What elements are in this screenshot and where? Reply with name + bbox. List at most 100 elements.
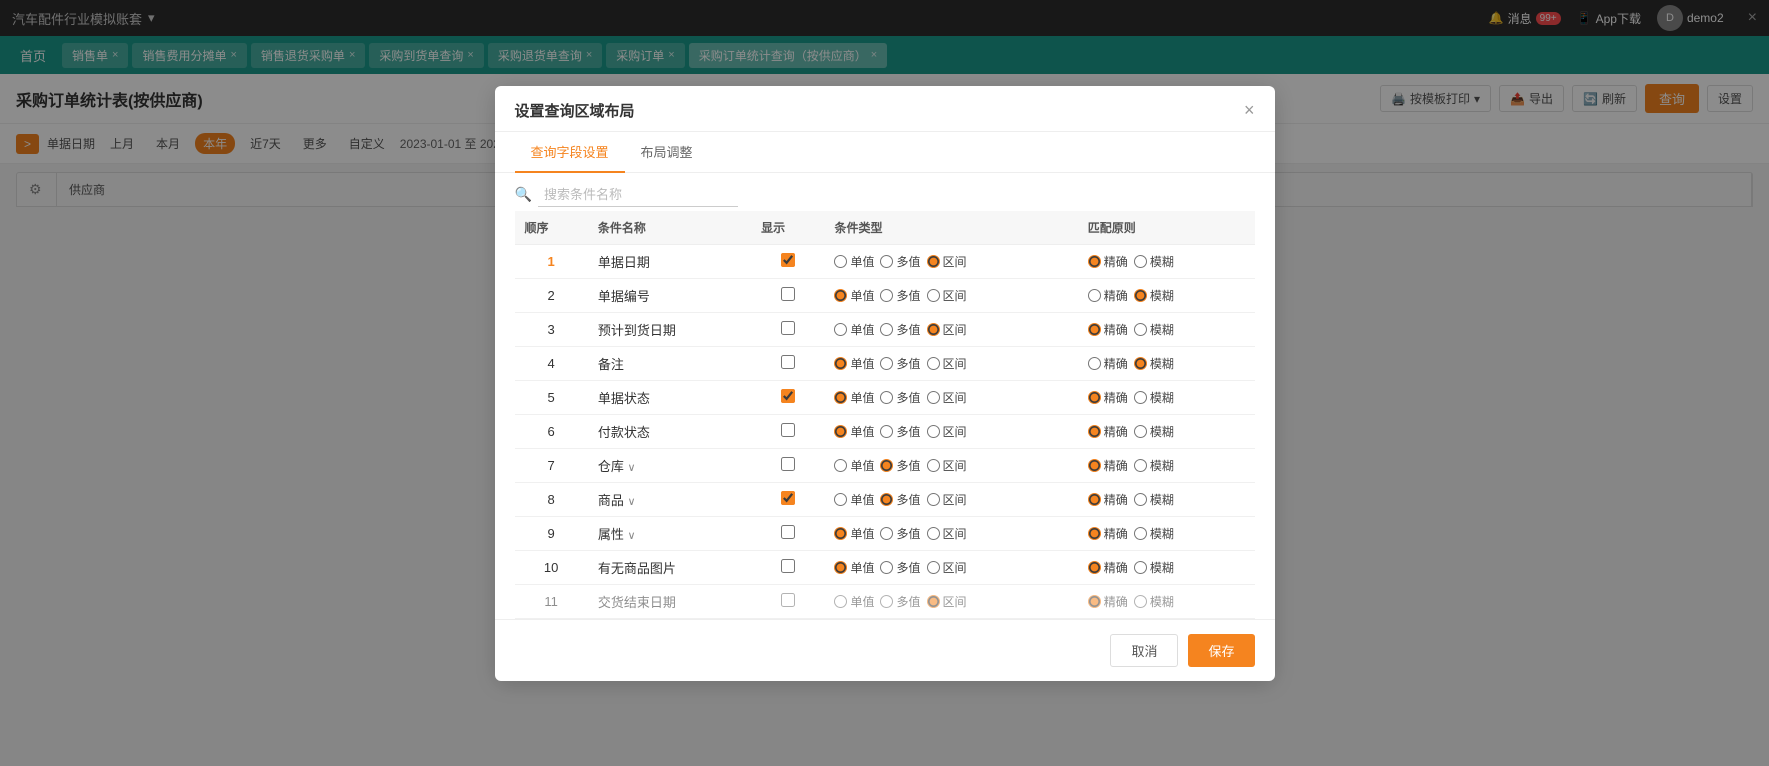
show-checkbox[interactable] (781, 287, 795, 301)
type-option-多值[interactable]: 多值 (880, 491, 920, 508)
modal-close-btn[interactable]: × (1244, 100, 1255, 121)
type-option-区间[interactable]: 区间 (927, 593, 967, 610)
type-radio-单值[interactable] (834, 493, 847, 506)
search-input[interactable] (538, 183, 738, 207)
type-option-区间[interactable]: 区间 (927, 253, 967, 270)
show-checkbox[interactable] (781, 253, 795, 267)
match-option-精确[interactable]: 精确 (1088, 457, 1128, 474)
show-checkbox[interactable] (781, 491, 795, 505)
show-checkbox[interactable] (781, 525, 795, 539)
type-option-区间[interactable]: 区间 (927, 287, 967, 304)
type-option-多值[interactable]: 多值 (880, 423, 920, 440)
type-option-多值[interactable]: 多值 (880, 355, 920, 372)
match-option-精确[interactable]: 精确 (1088, 491, 1128, 508)
type-radio-多值[interactable] (880, 595, 893, 608)
type-radio-单值[interactable] (834, 357, 847, 370)
match-option-精确[interactable]: 精确 (1088, 593, 1128, 610)
match-radio-精确[interactable] (1088, 255, 1101, 268)
match-radio-精确[interactable] (1088, 391, 1101, 404)
match-radio-模糊[interactable] (1134, 527, 1147, 540)
show-checkbox[interactable] (781, 457, 795, 471)
match-option-精确[interactable]: 精确 (1088, 559, 1128, 576)
type-option-单值[interactable]: 单值 (834, 457, 874, 474)
type-option-单值[interactable]: 单值 (834, 389, 874, 406)
type-option-多值[interactable]: 多值 (880, 457, 920, 474)
match-radio-模糊[interactable] (1134, 391, 1147, 404)
type-option-单值[interactable]: 单值 (834, 355, 874, 372)
type-radio-单值[interactable] (834, 459, 847, 472)
type-option-区间[interactable]: 区间 (927, 491, 967, 508)
tab-query-fields[interactable]: 查询字段设置 (515, 132, 625, 173)
type-option-多值[interactable]: 多值 (880, 559, 920, 576)
type-radio-区间[interactable] (927, 561, 940, 574)
type-option-区间[interactable]: 区间 (927, 457, 967, 474)
type-option-多值[interactable]: 多值 (880, 321, 920, 338)
type-option-多值[interactable]: 多值 (880, 389, 920, 406)
type-radio-单值[interactable] (834, 289, 847, 302)
save-btn[interactable]: 保存 (1188, 634, 1254, 667)
match-radio-精确[interactable] (1088, 323, 1101, 336)
type-option-区间[interactable]: 区间 (927, 559, 967, 576)
match-radio-模糊[interactable] (1134, 595, 1147, 608)
match-radio-精确[interactable] (1088, 289, 1101, 302)
type-radio-多值[interactable] (880, 357, 893, 370)
match-radio-精确[interactable] (1088, 357, 1101, 370)
match-radio-模糊[interactable] (1134, 561, 1147, 574)
match-radio-模糊[interactable] (1134, 255, 1147, 268)
type-option-区间[interactable]: 区间 (927, 389, 967, 406)
match-option-模糊[interactable]: 模糊 (1134, 491, 1174, 508)
type-radio-多值[interactable] (880, 493, 893, 506)
match-radio-精确[interactable] (1088, 595, 1101, 608)
type-option-单值[interactable]: 单值 (834, 423, 874, 440)
type-option-单值[interactable]: 单值 (834, 287, 874, 304)
type-radio-单值[interactable] (834, 561, 847, 574)
match-option-精确[interactable]: 精确 (1088, 355, 1128, 372)
type-radio-多值[interactable] (880, 323, 893, 336)
cancel-btn[interactable]: 取消 (1110, 634, 1178, 667)
match-radio-精确[interactable] (1088, 493, 1101, 506)
type-option-单值[interactable]: 单值 (834, 559, 874, 576)
type-radio-区间[interactable] (927, 323, 940, 336)
match-option-模糊[interactable]: 模糊 (1134, 593, 1174, 610)
type-option-单值[interactable]: 单值 (834, 253, 874, 270)
match-option-模糊[interactable]: 模糊 (1134, 559, 1174, 576)
type-option-多值[interactable]: 多值 (880, 593, 920, 610)
match-option-模糊[interactable]: 模糊 (1134, 457, 1174, 474)
show-checkbox[interactable] (781, 423, 795, 437)
type-radio-区间[interactable] (927, 289, 940, 302)
match-option-精确[interactable]: 精确 (1088, 423, 1128, 440)
type-radio-多值[interactable] (880, 391, 893, 404)
match-radio-模糊[interactable] (1134, 289, 1147, 302)
match-option-模糊[interactable]: 模糊 (1134, 287, 1174, 304)
match-radio-模糊[interactable] (1134, 323, 1147, 336)
type-option-单值[interactable]: 单值 (834, 491, 874, 508)
type-radio-区间[interactable] (927, 425, 940, 438)
match-option-模糊[interactable]: 模糊 (1134, 423, 1174, 440)
type-radio-区间[interactable] (927, 357, 940, 370)
match-radio-模糊[interactable] (1134, 493, 1147, 506)
type-option-多值[interactable]: 多值 (880, 287, 920, 304)
type-radio-单值[interactable] (834, 255, 847, 268)
show-checkbox[interactable] (781, 389, 795, 403)
tab-layout[interactable]: 布局调整 (625, 132, 709, 173)
match-radio-精确[interactable] (1088, 425, 1101, 438)
type-option-单值[interactable]: 单值 (834, 525, 874, 542)
show-checkbox[interactable] (781, 321, 795, 335)
match-radio-模糊[interactable] (1134, 459, 1147, 472)
type-option-多值[interactable]: 多值 (880, 525, 920, 542)
match-radio-精确[interactable] (1088, 561, 1101, 574)
type-option-区间[interactable]: 区间 (927, 355, 967, 372)
show-checkbox[interactable] (781, 593, 795, 607)
match-option-精确[interactable]: 精确 (1088, 525, 1128, 542)
show-checkbox[interactable] (781, 559, 795, 573)
match-option-模糊[interactable]: 模糊 (1134, 355, 1174, 372)
type-radio-单值[interactable] (834, 595, 847, 608)
type-option-多值[interactable]: 多值 (880, 253, 920, 270)
type-radio-多值[interactable] (880, 255, 893, 268)
type-radio-区间[interactable] (927, 595, 940, 608)
type-radio-区间[interactable] (927, 391, 940, 404)
type-radio-区间[interactable] (927, 527, 940, 540)
type-radio-多值[interactable] (880, 527, 893, 540)
type-radio-单值[interactable] (834, 527, 847, 540)
match-option-精确[interactable]: 精确 (1088, 389, 1128, 406)
